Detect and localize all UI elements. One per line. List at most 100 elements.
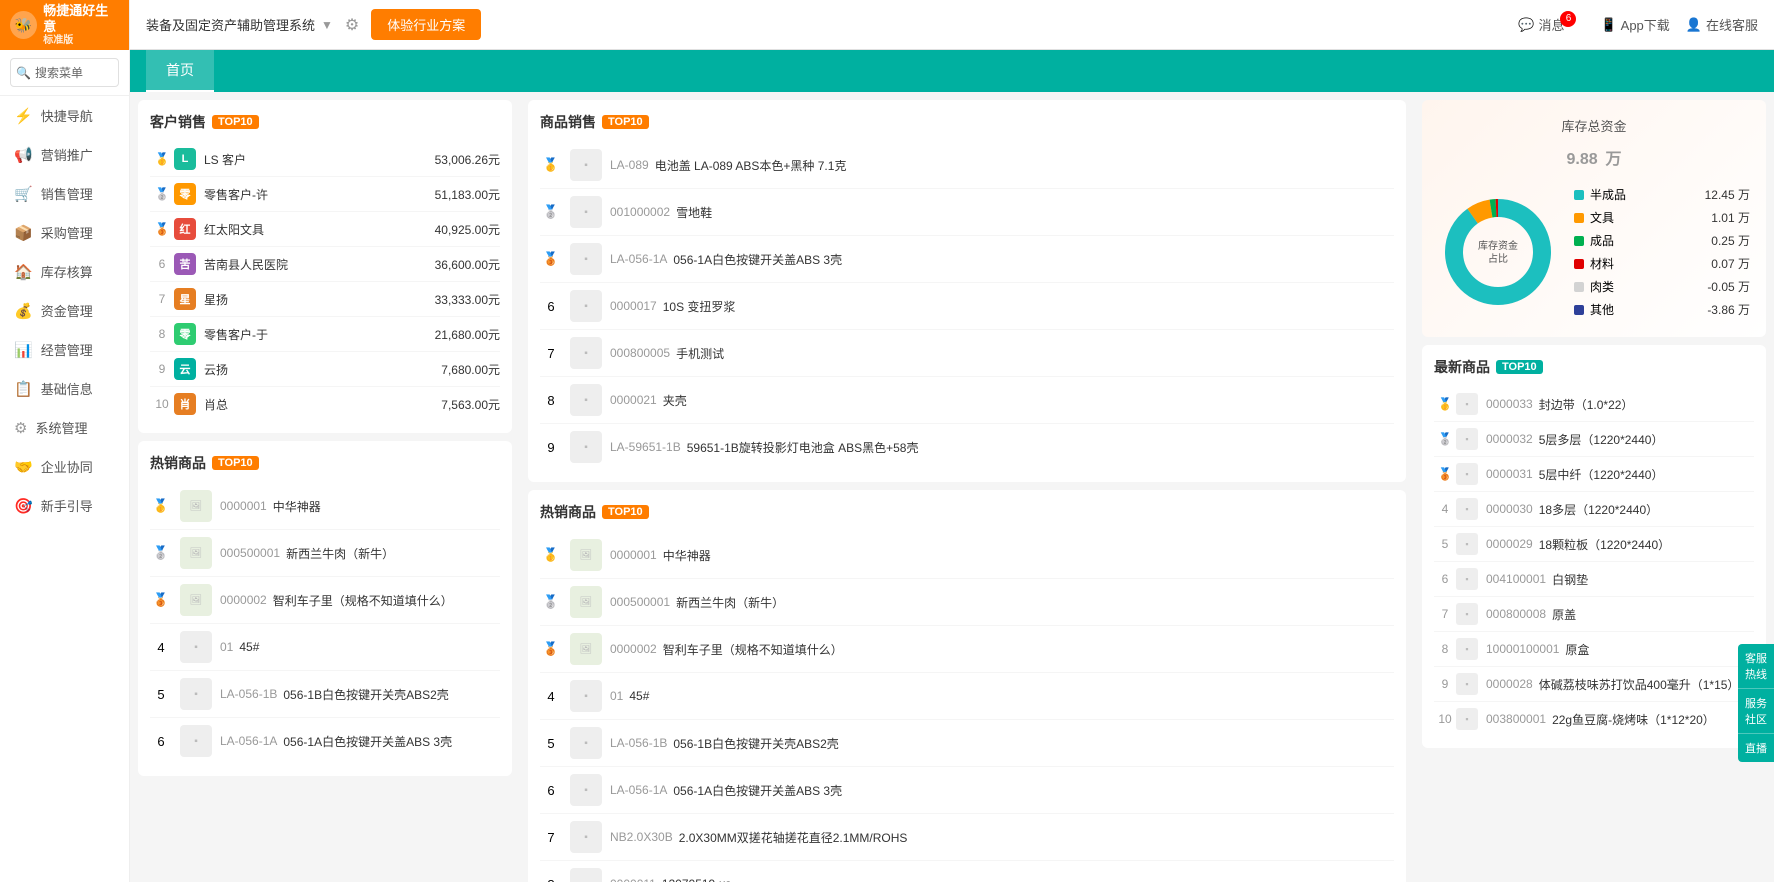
product-name: 智利车子里（规格不知道填什么） [273,592,500,609]
settings-icon[interactable]: ⚙ [345,15,359,35]
list-item: 🥈 ▪ 0000032 5层多层（1220*2440） [1434,422,1754,457]
table-row: 🥈 零 零售客户-许 51,183.00元 [150,177,500,212]
system-selector[interactable]: 装备及固定资产辅助管理系统 ▼ [146,15,333,34]
product-image: ▪ [570,243,602,275]
product-code: 0000001 [220,499,267,513]
rank-number: 10 [150,397,174,411]
product-name: 056-1B白色按键开关壳ABS2壳 [673,735,1394,752]
app-download-link[interactable]: 📱 App下载 [1600,15,1669,34]
product-code: 01 [220,640,233,654]
product-image: ▪ [570,149,602,181]
customer-sales-badge: TOP10 [212,115,259,129]
list-item: 🥈 ▪ 001000002 雪地鞋 [540,189,1394,236]
rank-number: 4 [1434,502,1456,516]
product-code: LA-056-1B [610,736,667,750]
rank-number: 8 [150,327,174,341]
customer-amount: 36,600.00元 [435,256,500,273]
product-sales-label: 商品销售 [540,112,596,132]
list-item: 🥉 ▪ 0000031 5层中纤（1220*2440） [1434,457,1754,492]
rank-icon: 🥈 [540,594,562,610]
product-code: 0000031 [1486,467,1533,481]
rank-icon: 6 [540,783,562,798]
sidebar-item-10[interactable]: 🎯 新手引导 [0,486,129,525]
product-image: ▪ [570,290,602,322]
product-sales-badge: TOP10 [602,115,649,129]
nav-icon-9: 🤝 [14,458,33,476]
product-image: ▪ [570,431,602,463]
rank-number: 🥉 [150,222,174,236]
sidebar-item-1[interactable]: 📢 营销推广 [0,135,129,174]
list-item: 6 ▪ 0000017 10S 变扭罗浆 [540,283,1394,330]
product-name: 5层多层（1220*2440） [1539,431,1664,448]
product-image: ▪ [570,196,602,228]
hot-products-full-list: 🥇 🖼 0000001 中华神器🥈 🖼 000500001 新西兰牛肉（新牛）🥉… [540,532,1394,882]
list-item: 🥇 🖼 0000001 中华神器 [150,483,500,530]
sidebar-search-btn[interactable]: 🔍 搜索菜单 [0,50,129,96]
search-icon: 🔍 [16,66,31,80]
message-badge[interactable]: 💬 消息 6 [1518,15,1584,34]
avatar: 星 [174,288,196,310]
inventory-value: 9.88 万 [1438,139,1750,171]
list-item: 9 ▪ LA-59651-1B 59651-1B旋转投影灯电池盒 ABS黑色+5… [540,424,1394,470]
product-image: ▪ [1456,603,1478,625]
rank-number: 9 [1434,677,1456,691]
system-name: 装备及固定资产辅助管理系统 [146,15,315,34]
content-area: 客户销售 TOP10 🥇 L LS 客户 53,006.26元🥈 零 零售客户-… [130,92,1774,882]
sidebar-item-5[interactable]: 💰 资金管理 [0,291,129,330]
legend-name: 材料 [1590,255,1614,272]
list-item: 🥉 ▪ LA-056-1A 056-1A白色按键开关盖ABS 3壳 [540,236,1394,283]
list-item: 4 ▪ 01 45# [150,624,500,671]
new-products-list: 🥇 ▪ 0000033 封边带（1.0*22）🥈 ▪ 0000032 5层多层（… [1434,387,1754,736]
product-name: 056-1B白色按键开关壳ABS2壳 [283,686,500,703]
customer-sales-list: 🥇 L LS 客户 53,006.26元🥈 零 零售客户-许 51,183.00… [150,142,500,421]
float-button-1[interactable]: 服务社区 [1738,689,1774,734]
product-code: 0000029 [1486,537,1533,551]
mobile-icon: 📱 [1600,17,1616,33]
nav-icon-1: 📢 [14,146,33,164]
svg-text:占比: 占比 [1488,252,1508,265]
trial-button[interactable]: 体验行业方案 [371,9,481,40]
tab-home[interactable]: 首页 [146,50,214,92]
product-code: 0000030 [1486,502,1533,516]
sidebar-item-7[interactable]: 📋 基础信息 [0,369,129,408]
product-image: 🖼 [180,537,212,569]
product-name: 45# [629,689,1394,703]
customer-name: 零售客户-于 [204,326,435,343]
float-button-0[interactable]: 客服热线 [1738,644,1774,689]
search-menu-button[interactable]: 🔍 搜索菜单 [10,58,119,87]
product-image: ▪ [1456,533,1478,555]
list-item: 4 ▪ 01 45# [540,673,1394,720]
sidebar-item-2[interactable]: 🛒 销售管理 [0,174,129,213]
table-row: 9 云 云扬 7,680.00元 [150,352,500,387]
hot-products-full-card: 热销商品 TOP10 🥇 🖼 0000001 中华神器🥈 🖼 000500001… [528,490,1406,882]
online-service-link[interactable]: 👤 在线客服 [1686,15,1758,34]
rank-number: 5 [1434,537,1456,551]
product-name: 18多层（1220*2440） [1539,501,1658,518]
rank-number: 🥉 [1434,467,1456,481]
product-name: 新西兰牛肉（新牛） [286,545,500,562]
sidebar-nav: ⚡ 快捷导航📢 营销推广🛒 销售管理📦 采购管理🏠 库存核算💰 资金管理📊 经营… [0,96,129,525]
product-image: 🖼 [570,539,602,571]
float-button-2[interactable]: 直播 [1738,734,1774,762]
rank-icon: 4 [150,640,172,655]
legend-name: 半成品 [1590,186,1626,203]
rank-icon: 🥈 [150,545,172,561]
sidebar-item-6[interactable]: 📊 经营管理 [0,330,129,369]
sidebar-item-8[interactable]: ⚙ 系统管理 [0,408,129,447]
nav-label-9: 企业协同 [41,457,93,476]
product-name: 056-1A白色按键开关盖ABS 3壳 [673,782,1394,799]
legend-value: -3.86 万 [1707,301,1750,318]
table-row: 7 星 星扬 33,333.00元 [150,282,500,317]
rank-number: 6 [1434,572,1456,586]
sidebar-item-4[interactable]: 🏠 库存核算 [0,252,129,291]
sidebar-item-3[interactable]: 📦 采购管理 [0,213,129,252]
rank-icon: 🥇 [540,547,562,563]
rank-icon: 6 [150,734,172,749]
sidebar-item-0[interactable]: ⚡ 快捷导航 [0,96,129,135]
new-products-badge: TOP10 [1496,360,1543,374]
product-code: NB2.0X30B [610,830,673,844]
sidebar-item-9[interactable]: 🤝 企业协同 [0,447,129,486]
rank-number: 10 [1434,712,1456,726]
nav-label-3: 采购管理 [41,223,93,242]
hot-products-card: 热销商品 TOP10 🥇 🖼 0000001 中华神器🥈 🖼 000500001… [138,441,512,776]
